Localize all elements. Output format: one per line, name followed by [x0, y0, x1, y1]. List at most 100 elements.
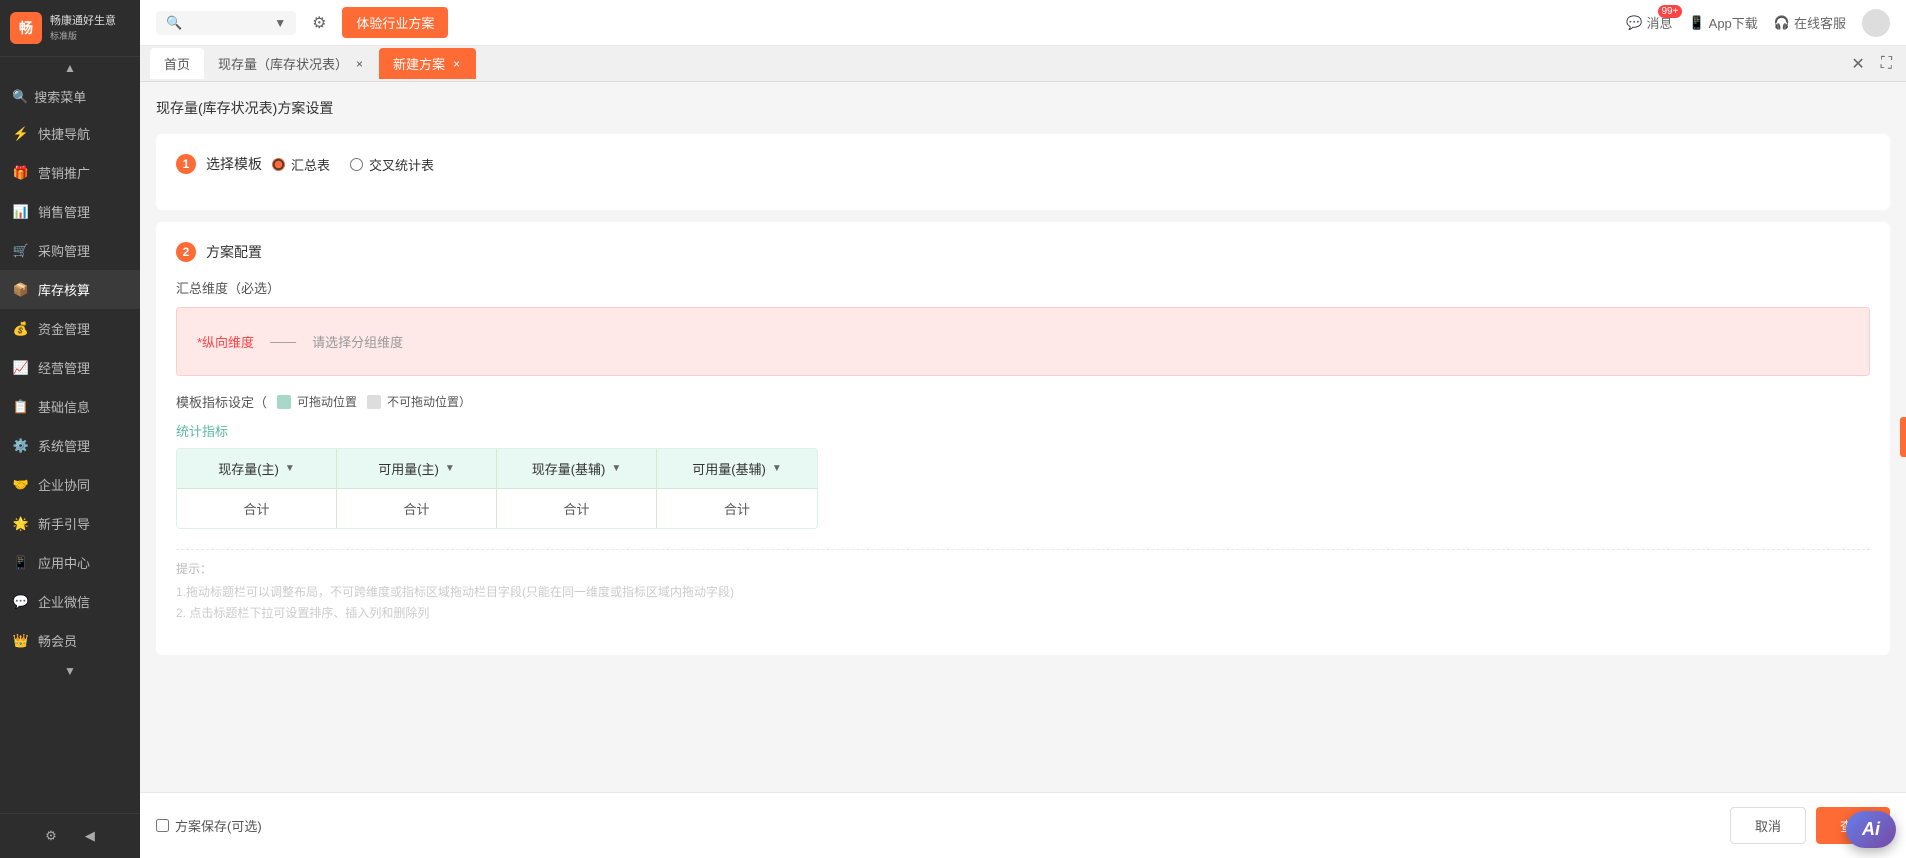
dimension-line: ——: [270, 334, 296, 349]
topbar-search[interactable]: 🔍 ▼: [156, 11, 296, 35]
topbar-dropdown-btn[interactable]: ▼: [274, 16, 286, 30]
tabbar: 首页 现存量（库存状况表） × 新建方案 × ✕ ⛶: [140, 46, 1906, 82]
stats-col-header-2[interactable]: 现存量(基辅) ▼: [497, 449, 656, 489]
col-arrow-2[interactable]: ▼: [611, 463, 621, 474]
inventory-icon: 📦: [12, 281, 30, 299]
step2-badge: 2: [176, 242, 196, 262]
sidebar-item-enterprise[interactable]: 🤝 企业协同: [0, 465, 140, 504]
stats-body-cell-3: 合计: [657, 489, 817, 528]
sidebar-item-marketing[interactable]: 🎁 营销推广: [0, 153, 140, 192]
sidebar-item-label: 企业协同: [38, 475, 90, 494]
app-center-icon: 📱: [12, 554, 30, 572]
sidebar: 畅 畅康通好生意 标准版 ▲ 🔍 搜索菜单 ⚡ 快捷导航 🎁 营销推广 📊 销售…: [0, 0, 140, 858]
step2-section: 2 方案配置 汇总维度（必选） *纵向维度 —— 请选择分组维度 模板指标设定（…: [156, 222, 1890, 655]
fixed-toggle-box: [367, 395, 381, 409]
sidebar-item-operations[interactable]: 📈 经营管理: [0, 348, 140, 387]
sidebar-item-wechat[interactable]: 💬 企业微信: [0, 582, 140, 621]
sidebar-item-newbie[interactable]: 🌟 新手引导: [0, 504, 140, 543]
newbie-icon: 🌟: [12, 515, 30, 533]
trial-btn[interactable]: 体验行业方案: [342, 7, 448, 38]
topbar-search-input[interactable]: [188, 16, 268, 30]
step1-title: 选择模板: [206, 154, 262, 174]
stats-col-0: 现存量(主) ▼: [177, 449, 337, 489]
wechat-icon: 💬: [12, 593, 30, 611]
stats-body-col-2: 合计: [497, 489, 657, 528]
radio-cross-label: 交叉统计表: [369, 155, 434, 174]
radio-summary[interactable]: 汇总表: [272, 155, 330, 174]
headset-icon: 🎧: [1774, 15, 1790, 31]
sidebar-settings-btn[interactable]: ⚙: [33, 822, 69, 850]
stats-body-col-0: 合计: [177, 489, 337, 528]
sidebar-item-label: 采购管理: [38, 241, 90, 260]
tab-home[interactable]: 首页: [150, 48, 204, 79]
online-service-btn[interactable]: 🎧 在线客服: [1774, 13, 1846, 32]
sidebar-scroll-up[interactable]: ▲: [0, 57, 140, 79]
sidebar-item-quick-nav[interactable]: ⚡ 快捷导航: [0, 114, 140, 153]
col-arrow-1[interactable]: ▼: [445, 463, 455, 474]
sidebar-item-finance[interactable]: 💰 资金管理: [0, 309, 140, 348]
required-label: 汇总维度（必选）: [176, 278, 1870, 297]
col-arrow-3[interactable]: ▼: [772, 463, 782, 474]
dimension-box[interactable]: *纵向维度 —— 请选择分组维度: [176, 307, 1870, 376]
dimension-placeholder: 请选择分组维度: [312, 332, 403, 351]
sidebar-item-inventory[interactable]: 📦 库存核算: [0, 270, 140, 309]
draggable-indicator: 可拖动位置: [277, 393, 357, 410]
member-icon: 👑: [12, 632, 30, 650]
step2-header: 2 方案配置: [176, 242, 1870, 262]
sidebar-item-sales[interactable]: 📊 销售管理: [0, 192, 140, 231]
stats-col-header-1[interactable]: 可用量(主) ▼: [337, 449, 496, 489]
step2-title: 方案配置: [206, 242, 262, 262]
fixed-indicator: 不可拖动位置）: [367, 393, 471, 410]
tab-new-plan[interactable]: 新建方案 ×: [379, 48, 476, 79]
sidebar-item-search[interactable]: 🔍 搜索菜单: [0, 79, 140, 114]
stats-body-col-1: 合计: [337, 489, 497, 528]
sales-icon: 📊: [12, 203, 30, 221]
messages-btn[interactable]: 💬 消息 99+: [1626, 13, 1672, 32]
hint-item-1: 2. 点击标题栏下拉可设置排序、插入列和删除列: [176, 604, 1870, 621]
app-download-label: App下载: [1709, 13, 1758, 32]
save-checkbox-input[interactable]: [156, 819, 169, 832]
radio-summary-label: 汇总表: [291, 155, 330, 174]
sidebar-item-app-center[interactable]: 📱 应用中心: [0, 543, 140, 582]
tab-new-plan-close[interactable]: ×: [451, 58, 462, 70]
resize-handle[interactable]: [1900, 417, 1906, 457]
sidebar-item-system[interactable]: ⚙️ 系统管理: [0, 426, 140, 465]
radio-cross-input[interactable]: [350, 158, 363, 171]
window-close-btn[interactable]: ✕: [1847, 50, 1868, 78]
window-expand-btn[interactable]: ⛶: [1877, 51, 1896, 77]
sidebar-item-basic-info[interactable]: 📋 基础信息: [0, 387, 140, 426]
step1-header: 1 选择模板 汇总表 交叉统计表: [176, 154, 1870, 174]
topbar: 🔍 ▼ ⚙ 体验行业方案 💬 消息 99+ 📱 App下载 🎧 在线客服: [140, 0, 1906, 46]
indicator-section: 模板指标设定（ 可拖动位置 不可拖动位置） 统计指标: [176, 392, 1870, 635]
quick-nav-icon: ⚡: [12, 125, 30, 143]
stats-col-header-3[interactable]: 可用量(基辅) ▼: [657, 449, 817, 489]
tab-inventory[interactable]: 现存量（库存状况表） ×: [204, 48, 379, 79]
tab-home-label: 首页: [164, 54, 190, 73]
col-arrow-0[interactable]: ▼: [285, 463, 295, 474]
save-checkbox-label[interactable]: 方案保存(可选): [156, 816, 262, 835]
sidebar-item-purchase[interactable]: 🛒 采购管理: [0, 231, 140, 270]
sidebar-item-member[interactable]: 👑 畅会员: [0, 621, 140, 660]
basic-info-icon: 📋: [12, 398, 30, 416]
radio-summary-input[interactable]: [272, 158, 285, 171]
cancel-button[interactable]: 取消: [1730, 807, 1806, 844]
user-avatar[interactable]: [1862, 9, 1890, 37]
sidebar-item-label: 经营管理: [38, 358, 90, 377]
marketing-icon: 🎁: [12, 164, 30, 182]
topbar-gear-btn[interactable]: ⚙: [308, 9, 330, 37]
sidebar-collapse-btn[interactable]: ◀: [73, 822, 107, 850]
enterprise-icon: 🤝: [12, 476, 30, 494]
hint-section: 提示： 1.拖动标题栏可以调整布局，不可跨维度或指标区域拖动栏目字段(只能在同一…: [176, 549, 1870, 635]
stats-body-cell-0: 合计: [177, 489, 336, 528]
app-name: 畅康通好生意: [50, 14, 116, 28]
step1-section: 1 选择模板 汇总表 交叉统计表: [156, 134, 1890, 210]
tab-inventory-close[interactable]: ×: [354, 58, 365, 70]
app-version: 标准版: [50, 29, 116, 42]
ai-badge[interactable]: Ai: [1846, 811, 1896, 848]
dimension-required-mark: *纵向维度: [197, 332, 254, 351]
app-download-btn[interactable]: 📱 App下载: [1688, 13, 1757, 32]
sidebar-scroll-down[interactable]: ▼: [0, 660, 140, 682]
stats-col-header-0[interactable]: 现存量(主) ▼: [177, 449, 336, 489]
messages-badge: 99+: [1658, 5, 1683, 18]
radio-cross[interactable]: 交叉统计表: [350, 155, 434, 174]
